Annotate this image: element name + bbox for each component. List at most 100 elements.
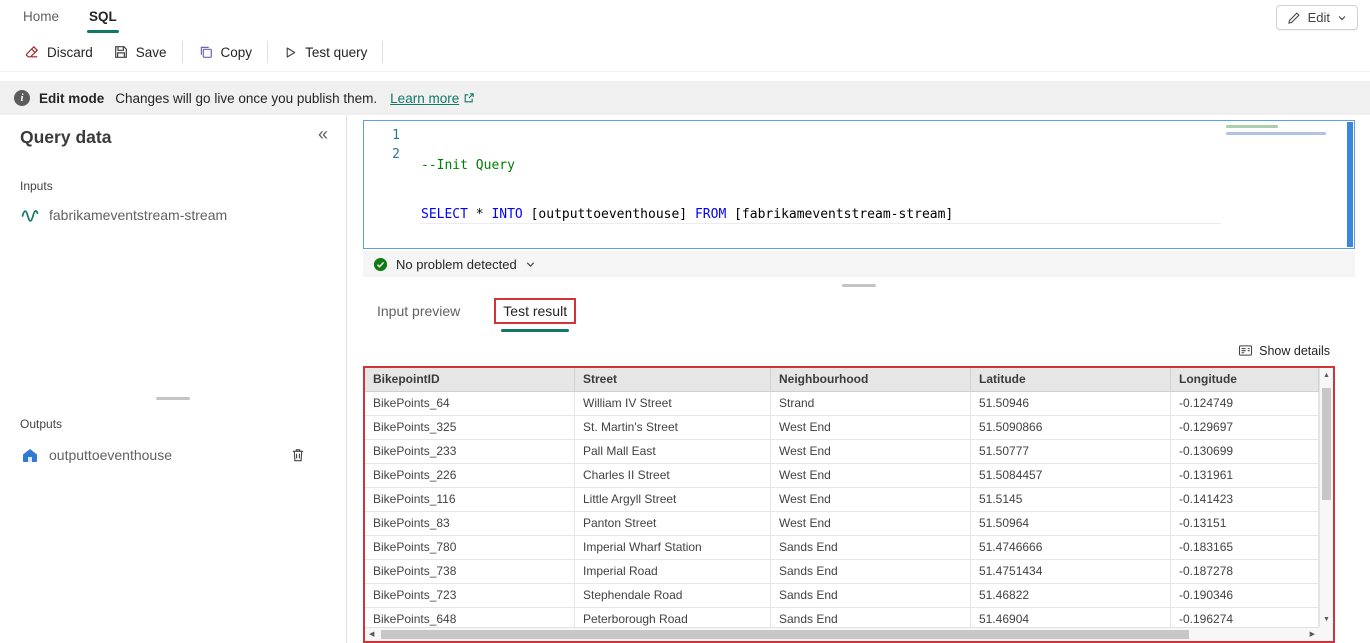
copy-label: Copy (221, 45, 253, 60)
line-number: 1 (364, 126, 414, 145)
copy-icon (198, 44, 214, 60)
table-cell: BikePoints_233 (365, 440, 575, 464)
table-cell: 51.50777 (971, 440, 1171, 464)
table-cell: West End (771, 488, 971, 512)
vertical-scrollbar-thumb[interactable] (1322, 388, 1331, 500)
table-header: BikepointIDStreetNeighbourhoodLatitudeLo… (365, 368, 1319, 392)
table-cell: 51.5090866 (971, 416, 1171, 440)
toolbar-separator (267, 41, 268, 63)
discard-button[interactable]: Discard (14, 39, 103, 65)
tab-input-preview[interactable]: Input preview (377, 303, 460, 319)
toolbar-separator (382, 41, 383, 63)
scroll-right-icon[interactable]: ▶ (1310, 631, 1315, 638)
sql-code-editor[interactable]: 1 2 --Init Query SELECT * INTO [outputto… (363, 120, 1355, 249)
status-text: No problem detected (396, 257, 517, 272)
table-cell: West End (771, 464, 971, 488)
table-cell: Peterborough Road (575, 608, 771, 627)
chevron-down-icon (1337, 13, 1347, 23)
play-icon (283, 45, 298, 60)
sidebar-item-input-stream[interactable]: fabrikameventstream-stream (20, 205, 227, 225)
horizontal-scrollbar[interactable]: ◀ ▶ (365, 627, 1319, 641)
sql-identifier: [fabrikameventstream-stream] (734, 207, 953, 222)
sql-keyword: FROM (695, 207, 734, 222)
table-cell: BikePoints_64 (365, 392, 575, 416)
table-cell: -0.131961 (1171, 464, 1319, 488)
trash-icon[interactable] (290, 447, 306, 463)
table-body: BikePoints_64William IV StreetStrand51.5… (365, 392, 1319, 627)
eventstream-icon (20, 205, 40, 225)
output-item-label: outputtoeventhouse (49, 447, 281, 463)
problem-status-bar[interactable]: No problem detected (363, 251, 1355, 277)
table-cell: Charles II Street (575, 464, 771, 488)
sql-keyword: SELECT (421, 207, 476, 222)
table-row: BikePoints_648Peterborough RoadSands End… (365, 608, 1319, 627)
panel-resize-handle[interactable] (842, 284, 876, 287)
test-query-label: Test query (305, 45, 367, 60)
top-tab-bar: Home SQL (0, 0, 1370, 33)
table-cell: 51.5084457 (971, 464, 1171, 488)
table-cell: Sands End (771, 536, 971, 560)
editor-scrollbar[interactable] (1347, 122, 1353, 247)
editor-toolbar: Discard Save Copy Test query (0, 33, 1370, 72)
outputs-section-label: Outputs (20, 417, 62, 431)
save-label: Save (136, 45, 167, 60)
main-panel: 1 2 --Init Query SELECT * INTO [outputto… (347, 115, 1370, 643)
table-cell: -0.124749 (1171, 392, 1319, 416)
scroll-down-icon[interactable]: ▼ (1323, 616, 1330, 623)
code-content: --Init Query SELECT * INTO [outputtoeven… (421, 126, 1221, 254)
input-item-label: fabrikameventstream-stream (49, 207, 227, 223)
tab-home[interactable]: Home (8, 0, 74, 33)
column-header: Neighbourhood (771, 368, 971, 392)
table-cell: -0.141423 (1171, 488, 1319, 512)
show-details-label: Show details (1259, 344, 1330, 358)
table-cell: West End (771, 416, 971, 440)
table-cell: -0.129697 (1171, 416, 1319, 440)
copy-button[interactable]: Copy (188, 39, 263, 65)
sql-keyword: INTO (491, 207, 530, 222)
save-icon (113, 44, 129, 60)
sidebar-item-output-eventhouse[interactable]: outputtoeventhouse (20, 445, 306, 465)
editor-minimap[interactable] (1226, 125, 1342, 139)
form-icon (1238, 343, 1253, 358)
minimap-line (1226, 132, 1326, 135)
scroll-left-icon[interactable]: ◀ (369, 631, 374, 638)
check-circle-icon (373, 257, 388, 272)
test-query-button[interactable]: Test query (273, 40, 377, 65)
table-row: BikePoints_233Pall Mall EastWest End51.5… (365, 440, 1319, 464)
eraser-icon (24, 44, 40, 60)
horizontal-scrollbar-thumb[interactable] (381, 630, 1189, 639)
table-cell: -0.196274 (1171, 608, 1319, 627)
table-cell: BikePoints_226 (365, 464, 575, 488)
vertical-scrollbar[interactable]: ▲ ▼ (1319, 368, 1333, 627)
table-cell: Little Argyll Street (575, 488, 771, 512)
edit-button-label: Edit (1308, 10, 1330, 25)
table-cell: BikePoints_780 (365, 536, 575, 560)
line-number-gutter: 1 2 (364, 126, 414, 164)
chevron-down-icon[interactable] (525, 259, 536, 270)
eventhouse-icon (20, 445, 40, 465)
code-line-1: --Init Query (421, 156, 1221, 175)
sql-token: * (476, 207, 492, 222)
column-header: BikepointID (365, 368, 575, 392)
sidebar-title: Query data (20, 127, 111, 148)
double-chevron-left-icon[interactable]: « (318, 125, 328, 143)
table-cell: Sands End (771, 608, 971, 627)
table-cell: BikePoints_83 (365, 512, 575, 536)
tab-sql[interactable]: SQL (74, 0, 132, 33)
tab-test-result[interactable]: Test result (494, 298, 576, 324)
table-cell: West End (771, 512, 971, 536)
edit-button[interactable]: Edit (1276, 5, 1358, 30)
learn-more-label: Learn more (390, 91, 459, 106)
table-row: BikePoints_116Little Argyll StreetWest E… (365, 488, 1319, 512)
table-cell: Sands End (771, 560, 971, 584)
scroll-up-icon[interactable]: ▲ (1323, 372, 1330, 379)
table-row: BikePoints_83Panton StreetWest End51.509… (365, 512, 1319, 536)
table-cell: -0.190346 (1171, 584, 1319, 608)
show-details-button[interactable]: Show details (1238, 343, 1330, 358)
sidebar-resize-handle[interactable] (156, 397, 190, 400)
save-button[interactable]: Save (103, 39, 177, 65)
result-tabs: Input preview Test result (377, 298, 576, 324)
learn-more-link[interactable]: Learn more (390, 91, 475, 106)
table-cell: -0.130699 (1171, 440, 1319, 464)
external-link-icon (463, 92, 475, 104)
